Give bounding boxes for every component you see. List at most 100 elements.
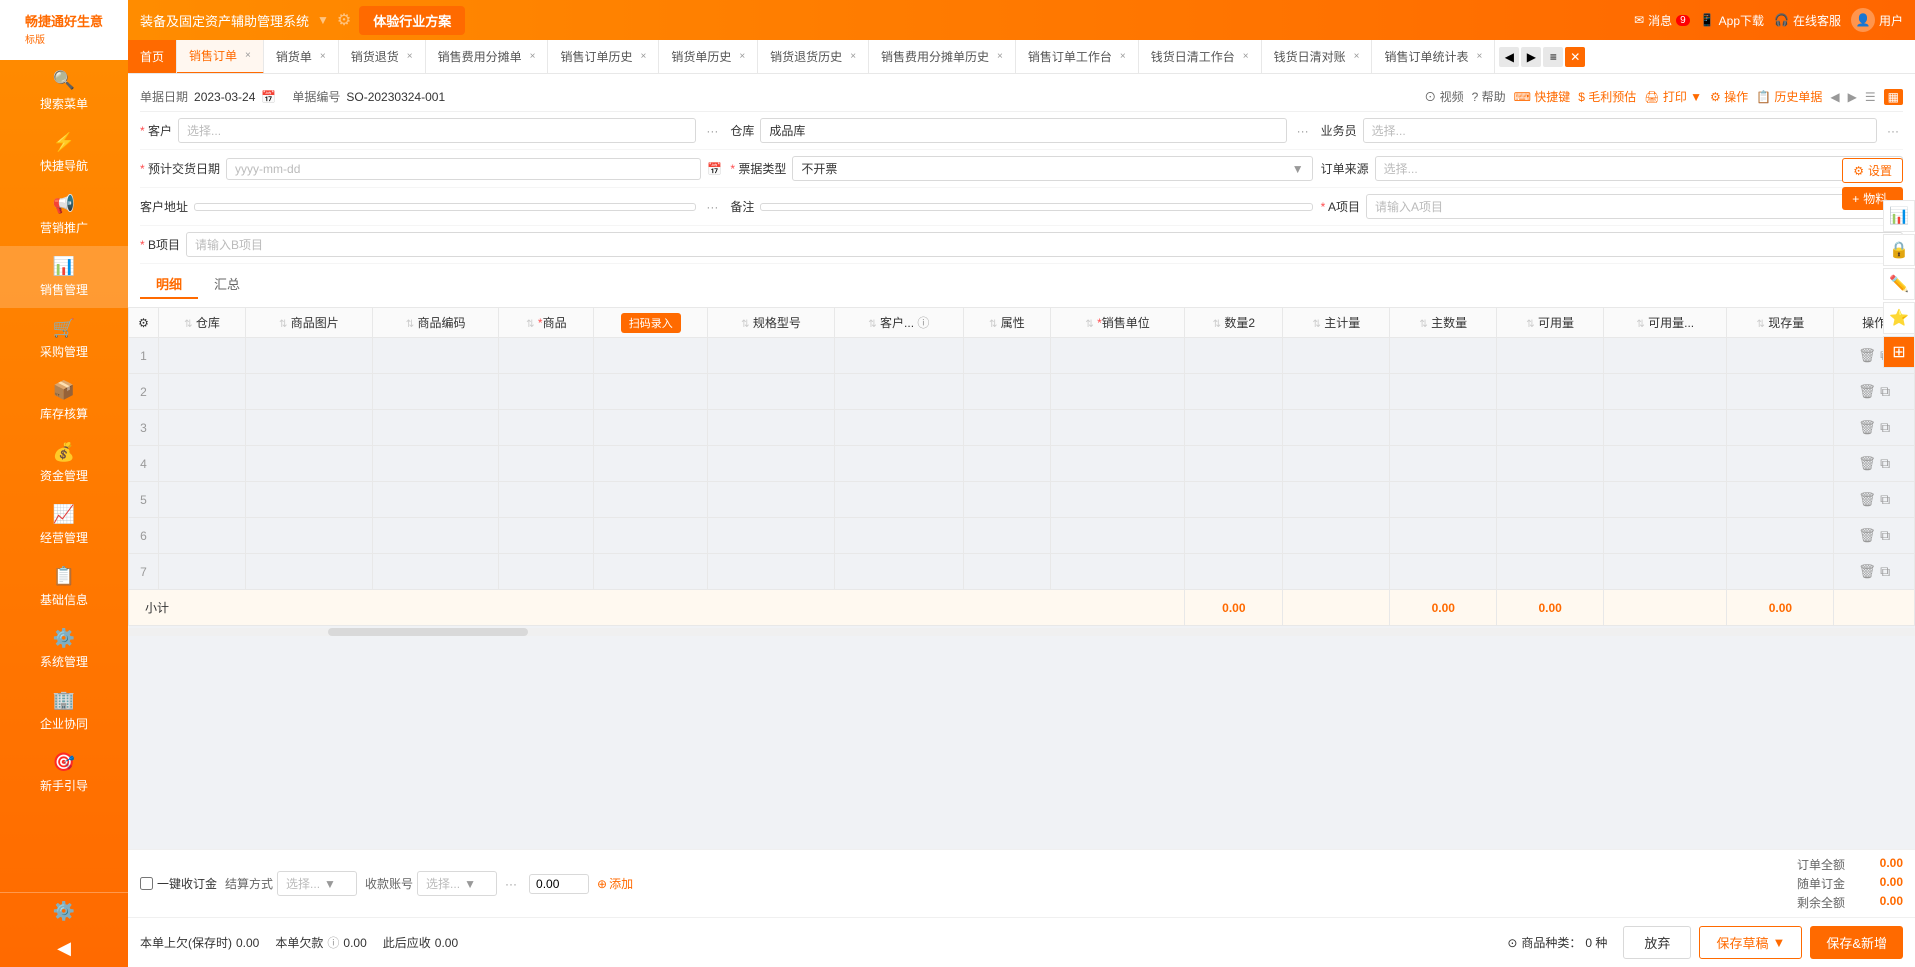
app-download-btn[interactable]: 📱 App下载: [1700, 12, 1764, 29]
one-click-checkbox-label[interactable]: 一键收订金: [140, 875, 217, 892]
row-stock[interactable]: [1727, 338, 1834, 374]
action-video[interactable]: ⊙ 视频: [1424, 88, 1463, 105]
row-delete-btn[interactable]: 🗑: [1858, 383, 1876, 400]
row-copy-btn[interactable]: ⧉: [1880, 419, 1890, 436]
row-delete-btn[interactable]: 🗑: [1858, 419, 1876, 436]
sidebar-item-operations[interactable]: 📈 经营管理: [0, 494, 128, 556]
message-btn[interactable]: ✉ 消息 9: [1634, 12, 1690, 29]
row-copy-btn[interactable]: ⧉: [1880, 563, 1890, 580]
row-available2[interactable]: [1604, 374, 1727, 410]
system-settings-icon[interactable]: ⚙: [337, 10, 351, 30]
col-main-unit[interactable]: ⇅ 主计量: [1283, 308, 1390, 338]
tab-detail[interactable]: 明细: [140, 270, 198, 299]
tab-daily-reconcile[interactable]: 钱货日清对账 ×: [1262, 40, 1373, 74]
user-btn[interactable]: 👤 用户: [1851, 8, 1903, 32]
tab-sales-order-history[interactable]: 销售订单历史 ×: [548, 40, 659, 74]
calendar2-icon[interactable]: 📅: [707, 162, 722, 176]
save-new-button[interactable]: 保存&新增: [1810, 926, 1903, 959]
discard-button[interactable]: 放弃: [1623, 926, 1691, 959]
action-history[interactable]: 📋 历史单据: [1756, 88, 1822, 105]
row-delete-btn[interactable]: 🗑: [1858, 455, 1876, 472]
delivery-date-input[interactable]: yyyy-mm-dd: [226, 158, 701, 180]
row-qty2[interactable]: [1185, 338, 1283, 374]
action-profit[interactable]: $ 毛利预估: [1578, 88, 1636, 105]
row-warehouse[interactable]: [159, 338, 246, 374]
project-a-input[interactable]: 请输入A项目: [1366, 194, 1903, 219]
col-sales-unit[interactable]: ⇅ *销售单位: [1050, 308, 1184, 338]
tab-goods-history[interactable]: 销货单历史 ×: [659, 40, 758, 74]
account-more-btn[interactable]: ···: [501, 877, 521, 891]
sidebar-item-finance[interactable]: 💰 资金管理: [0, 432, 128, 494]
row-copy-btn[interactable]: ⧉: [1880, 491, 1890, 508]
tab-daily-workbench[interactable]: 钱货日清工作台 ×: [1139, 40, 1262, 74]
tab-close-btn[interactable]: ×: [1476, 51, 1482, 62]
row-copy-btn[interactable]: ⧉: [1880, 527, 1890, 544]
sidebar-item-basic[interactable]: 📋 基础信息: [0, 556, 128, 618]
view-toggle-list[interactable]: ☰: [1865, 90, 1876, 104]
address-more-btn[interactable]: ···: [702, 200, 722, 214]
tab-next-btn[interactable]: ▶: [1521, 47, 1541, 67]
calendar-icon[interactable]: 📅: [261, 90, 276, 104]
sidebar-item-sales[interactable]: 📊 销售管理: [0, 246, 128, 308]
row-sales-unit[interactable]: [1050, 338, 1184, 374]
add-payment-btn[interactable]: ⊕ 添加: [597, 875, 633, 892]
history-nav-prev[interactable]: ◀: [1830, 90, 1839, 104]
sidebar-settings-btn[interactable]: ⚙️: [0, 893, 128, 930]
col-warehouse[interactable]: ⇅ 仓库: [159, 308, 246, 338]
trial-button[interactable]: 体验行业方案: [359, 6, 465, 35]
tab-return-history[interactable]: 销货退货历史 ×: [758, 40, 869, 74]
tab-sales-expense[interactable]: 销售费用分摊单 ×: [426, 40, 549, 74]
action-help[interactable]: ? 帮助: [1472, 88, 1506, 105]
tab-summary[interactable]: 汇总: [198, 270, 256, 299]
row-spec[interactable]: [708, 374, 835, 410]
sidebar-item-marketing[interactable]: 📢 营销推广: [0, 184, 128, 246]
tab-stats[interactable]: 销售订单统计表 ×: [1372, 40, 1495, 74]
sidebar-collapse-btn[interactable]: ◀: [0, 930, 128, 967]
row-copy-btn[interactable]: ⧉: [1880, 455, 1890, 472]
sidebar-item-guide[interactable]: 🎯 新手引导: [0, 742, 128, 804]
row-main-qty[interactable]: [1390, 338, 1497, 374]
action-shortcuts[interactable]: ⌨ 快捷键: [1514, 88, 1571, 105]
order-source-select[interactable]: 选择... ▼: [1375, 156, 1903, 181]
col-available2[interactable]: ⇅ 可用量...: [1604, 308, 1727, 338]
float-lock-icon[interactable]: 🔒: [1883, 234, 1915, 266]
scan-button[interactable]: 扫码录入: [621, 313, 681, 333]
col-spec[interactable]: ⇅ 规格型号: [708, 308, 835, 338]
tab-menu-btn[interactable]: ≡: [1543, 47, 1563, 67]
tab-sales-order[interactable]: 销售订单 ×: [177, 40, 264, 74]
col-available[interactable]: ⇅ 可用量: [1497, 308, 1604, 338]
row-product-image[interactable]: [246, 374, 373, 410]
float-chart-icon[interactable]: 📊: [1883, 200, 1915, 232]
row-delete-btn[interactable]: 🗑: [1858, 527, 1876, 544]
save-draft-button[interactable]: 保存草稿 ▼: [1699, 926, 1802, 959]
row-attribute[interactable]: [963, 338, 1050, 374]
row-product-code[interactable]: [372, 374, 499, 410]
row-product-image[interactable]: [246, 338, 373, 374]
one-click-checkbox[interactable]: [140, 877, 153, 890]
setting-button[interactable]: ⚙ 设置: [1842, 158, 1903, 183]
row-product[interactable]: [499, 374, 594, 410]
salesperson-input[interactable]: 选择...: [1363, 118, 1877, 143]
col-product-code[interactable]: ⇅ 商品编码: [372, 308, 499, 338]
tab-home[interactable]: 首页: [128, 40, 177, 74]
tab-order-workbench[interactable]: 销售订单工作台 ×: [1016, 40, 1139, 74]
col-product-image[interactable]: ⇅ 商品图片: [246, 308, 373, 338]
sidebar-item-search[interactable]: 🔍 搜索菜单: [0, 60, 128, 122]
salesperson-more-btn[interactable]: ···: [1883, 124, 1903, 138]
col-quantity2[interactable]: ⇅ 数量2: [1185, 308, 1283, 338]
float-edit-icon[interactable]: ✏️: [1883, 268, 1915, 300]
col-product[interactable]: ⇅ *商品: [499, 308, 594, 338]
row-product-code[interactable]: [372, 338, 499, 374]
row-spec[interactable]: [708, 338, 835, 374]
tab-close-btn[interactable]: ×: [997, 51, 1003, 62]
col-attribute[interactable]: ⇅ 属性: [963, 308, 1050, 338]
sidebar-item-quicknav[interactable]: ⚡ 快捷导航: [0, 122, 128, 184]
col-gear[interactable]: ⚙: [129, 308, 159, 338]
row-delete-btn[interactable]: 🗑: [1858, 347, 1876, 364]
row-main-unit[interactable]: [1283, 374, 1390, 410]
row-main-qty[interactable]: [1390, 374, 1497, 410]
tab-close-btn[interactable]: ×: [1243, 51, 1249, 62]
tab-close-btn[interactable]: ×: [640, 51, 646, 62]
tab-close-btn[interactable]: ×: [530, 51, 536, 62]
tab-close-btn[interactable]: ×: [320, 51, 326, 62]
